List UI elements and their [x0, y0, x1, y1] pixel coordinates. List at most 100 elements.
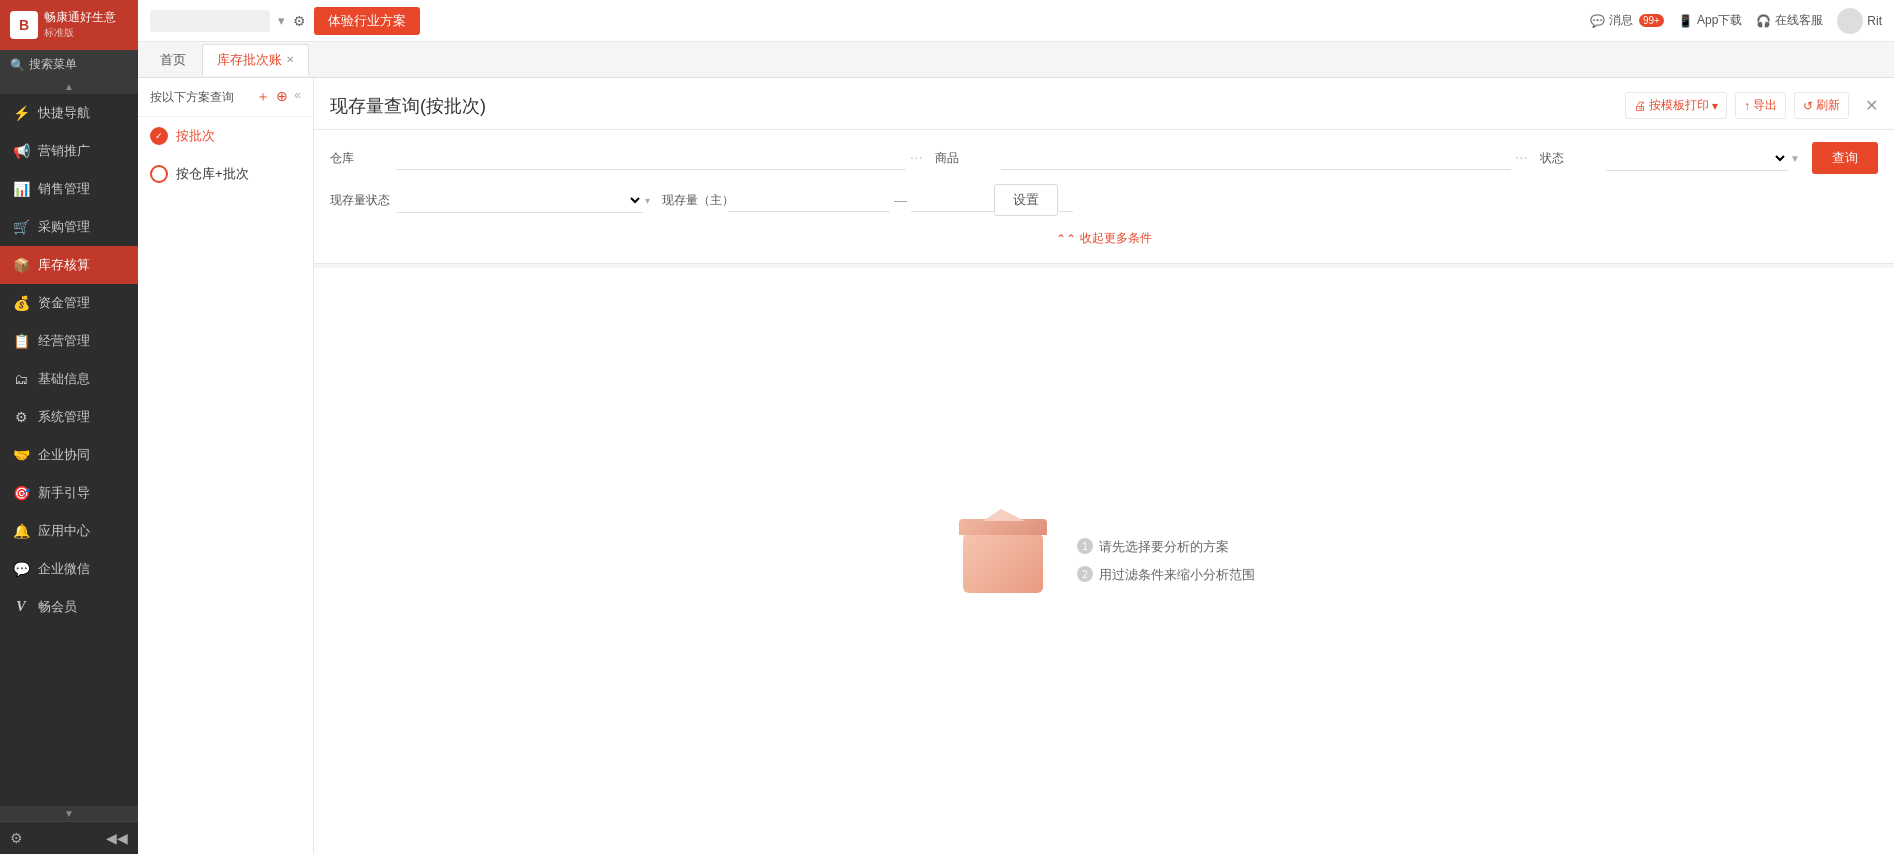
solution-dot-warehouse-batch [150, 165, 168, 183]
settings-btn[interactable]: 设置 [994, 184, 1058, 216]
tab-inventory-batch[interactable]: 库存批次账 ✕ [202, 44, 309, 76]
status-dropdown[interactable] [1606, 146, 1788, 171]
sidebar-item-guide[interactable]: 🎯 新手引导 [0, 474, 138, 512]
tip-text-2: 用过滤条件来缩小分析范围 [1099, 566, 1255, 584]
solution-dot-batch: ✓ [150, 127, 168, 145]
query-btn[interactable]: 查询 [1812, 142, 1878, 174]
warehouse-label: 仓库 [330, 150, 390, 167]
search-label: 搜索菜单 [29, 56, 77, 73]
app-download-btn[interactable]: 📱 App下载 [1678, 12, 1742, 29]
sidebar-item-label: 系统管理 [38, 408, 90, 426]
refresh-btn[interactable]: ↺ 刷新 [1794, 92, 1849, 119]
sidebar-footer: ⚙ ◀◀ [0, 821, 138, 854]
left-panel: 按以下方案查询 ＋ ⊕ « ✓ 按批次 按仓库+批次 [138, 78, 314, 854]
tip-text-1: 请先选择要分析的方案 [1099, 538, 1229, 556]
settings-solution-btn[interactable]: ⊕ [276, 88, 288, 106]
operation-icon: 📋 [12, 332, 30, 350]
tip-num-2: 2 [1077, 566, 1093, 582]
experience-btn[interactable]: 体验行业方案 [314, 7, 420, 35]
enterprise-icon: 🤝 [12, 446, 30, 464]
page-actions: 🖨 按模板打印 ▾ ↑ 导出 ↺ 刷新 ✕ [1625, 92, 1878, 119]
sidebar-item-label: 基础信息 [38, 370, 90, 388]
purchase-icon: 🛒 [12, 218, 30, 236]
guide-icon: 🎯 [12, 484, 30, 502]
sidebar-search[interactable]: 🔍 搜索菜单 [0, 50, 138, 79]
settings-footer-icon[interactable]: ⚙ [10, 830, 23, 846]
tab-home[interactable]: 首页 [146, 45, 200, 75]
print-btn[interactable]: 🖨 按模板打印 ▾ [1625, 92, 1727, 119]
page-header: 现存量查询(按批次) 🖨 按模板打印 ▾ ↑ 导出 ↺ 刷新 [314, 78, 1894, 130]
refresh-label: 刷新 [1816, 97, 1840, 114]
app-download-label: App下载 [1697, 12, 1742, 29]
sidebar-item-wechat[interactable]: 💬 企业微信 [0, 550, 138, 588]
wechat-icon: 💬 [12, 560, 30, 578]
user-avatar [1837, 8, 1863, 34]
sidebar-item-marketing[interactable]: 📢 营销推广 [0, 132, 138, 170]
warehouse-input[interactable] [396, 147, 906, 170]
goods-input[interactable] [1001, 147, 1511, 170]
tab-close-btn[interactable]: ✕ [286, 54, 294, 65]
system-icon: ⚙ [12, 408, 30, 426]
sidebar: B 畅康通好生意 标准版 🔍 搜索菜单 ▲ ⚡ 快捷导航 📢 营销推广 📊 销售… [0, 0, 138, 854]
inventory-qty-dash: — [894, 193, 907, 208]
inventory-qty-filter: 现存量（主） — [662, 189, 982, 212]
message-badge: 99+ [1639, 14, 1664, 27]
customer-service-label: 在线客服 [1775, 12, 1823, 29]
sidebar-item-system[interactable]: ⚙ 系统管理 [0, 398, 138, 436]
topbar-gear-icon[interactable]: ⚙ [293, 13, 306, 29]
message-btn[interactable]: 💬 消息 99+ [1590, 12, 1664, 29]
export-label: 导出 [1753, 97, 1777, 114]
inventory-status-dropdown[interactable] [396, 188, 643, 213]
appcenter-icon: 🔔 [12, 522, 30, 540]
export-icon: ↑ [1744, 99, 1750, 113]
finance-icon: 💰 [12, 294, 30, 312]
sidebar-item-inventory[interactable]: 📦 库存核算 [0, 246, 138, 284]
page-close-btn[interactable]: ✕ [1865, 96, 1878, 115]
topbar-search-input[interactable] [150, 10, 270, 32]
sidebar-item-label: 库存核算 [38, 256, 90, 274]
collapse-label: 收起更多条件 [1080, 230, 1152, 247]
goods-filter: 商品 ··· [935, 147, 1528, 170]
collapse-sidebar-btn[interactable]: ◀◀ [106, 830, 128, 846]
inventory-status-label: 现存量状态 [330, 192, 390, 209]
collapse-left-panel-btn[interactable]: « [294, 88, 301, 106]
status-label: 状态 [1540, 150, 1600, 167]
sidebar-item-shortcut[interactable]: ⚡ 快捷导航 [0, 94, 138, 132]
inv-status-arrow: ▾ [645, 195, 650, 206]
inventory-icon: 📦 [12, 256, 30, 274]
export-btn[interactable]: ↑ 导出 [1735, 92, 1786, 119]
sidebar-item-enterprise[interactable]: 🤝 企业协同 [0, 436, 138, 474]
sidebar-item-purchase[interactable]: 🛒 采购管理 [0, 208, 138, 246]
inventory-status-filter: 现存量状态 ▾ [330, 188, 650, 213]
page-title: 现存量查询(按批次) [330, 94, 486, 118]
scroll-down-btn[interactable]: ▼ [0, 806, 138, 821]
sidebar-item-appcenter[interactable]: 🔔 应用中心 [0, 512, 138, 550]
sidebar-item-label: 资金管理 [38, 294, 90, 312]
warehouse-dots[interactable]: ··· [910, 149, 923, 167]
sidebar-item-member[interactable]: V 畅会员 [0, 588, 138, 626]
solution-label-batch: 按批次 [176, 127, 215, 145]
collapse-more-btn[interactable]: ⌃⌃ 收起更多条件 [330, 226, 1878, 251]
sidebar-item-label: 企业协同 [38, 446, 90, 464]
goods-dots[interactable]: ··· [1515, 149, 1528, 167]
inventory-qty-min[interactable] [728, 189, 890, 212]
sidebar-item-basic[interactable]: 🗂 基础信息 [0, 360, 138, 398]
sidebar-item-sales[interactable]: 📊 销售管理 [0, 170, 138, 208]
sidebar-item-operation[interactable]: 📋 经营管理 [0, 322, 138, 360]
solution-item-warehouse-batch[interactable]: 按仓库+批次 [138, 155, 313, 193]
solution-item-batch[interactable]: ✓ 按批次 [138, 117, 313, 155]
filter-area: 仓库 ··· 商品 ··· 状态 ▼ [314, 130, 1894, 264]
sidebar-item-finance[interactable]: 💰 资金管理 [0, 284, 138, 322]
add-solution-btn[interactable]: ＋ [256, 88, 270, 106]
sales-icon: 📊 [12, 180, 30, 198]
message-label: 消息 [1609, 12, 1633, 29]
left-panel-header: 按以下方案查询 ＋ ⊕ « [138, 78, 313, 117]
filter-row-2: 现存量状态 ▾ 现存量（主） — 设置 [330, 184, 1878, 216]
search-icon: 🔍 [10, 58, 25, 72]
member-icon: V [12, 598, 30, 616]
scroll-up-btn[interactable]: ▲ [0, 79, 138, 94]
main-area: ▾ ⚙ 体验行业方案 💬 消息 99+ 📱 App下载 🎧 在线客服 Rit [138, 0, 1894, 854]
user-profile-btn[interactable]: Rit [1837, 8, 1882, 34]
topbar-dropdown-arrow[interactable]: ▾ [278, 13, 285, 28]
customer-service-btn[interactable]: 🎧 在线客服 [1756, 12, 1823, 29]
